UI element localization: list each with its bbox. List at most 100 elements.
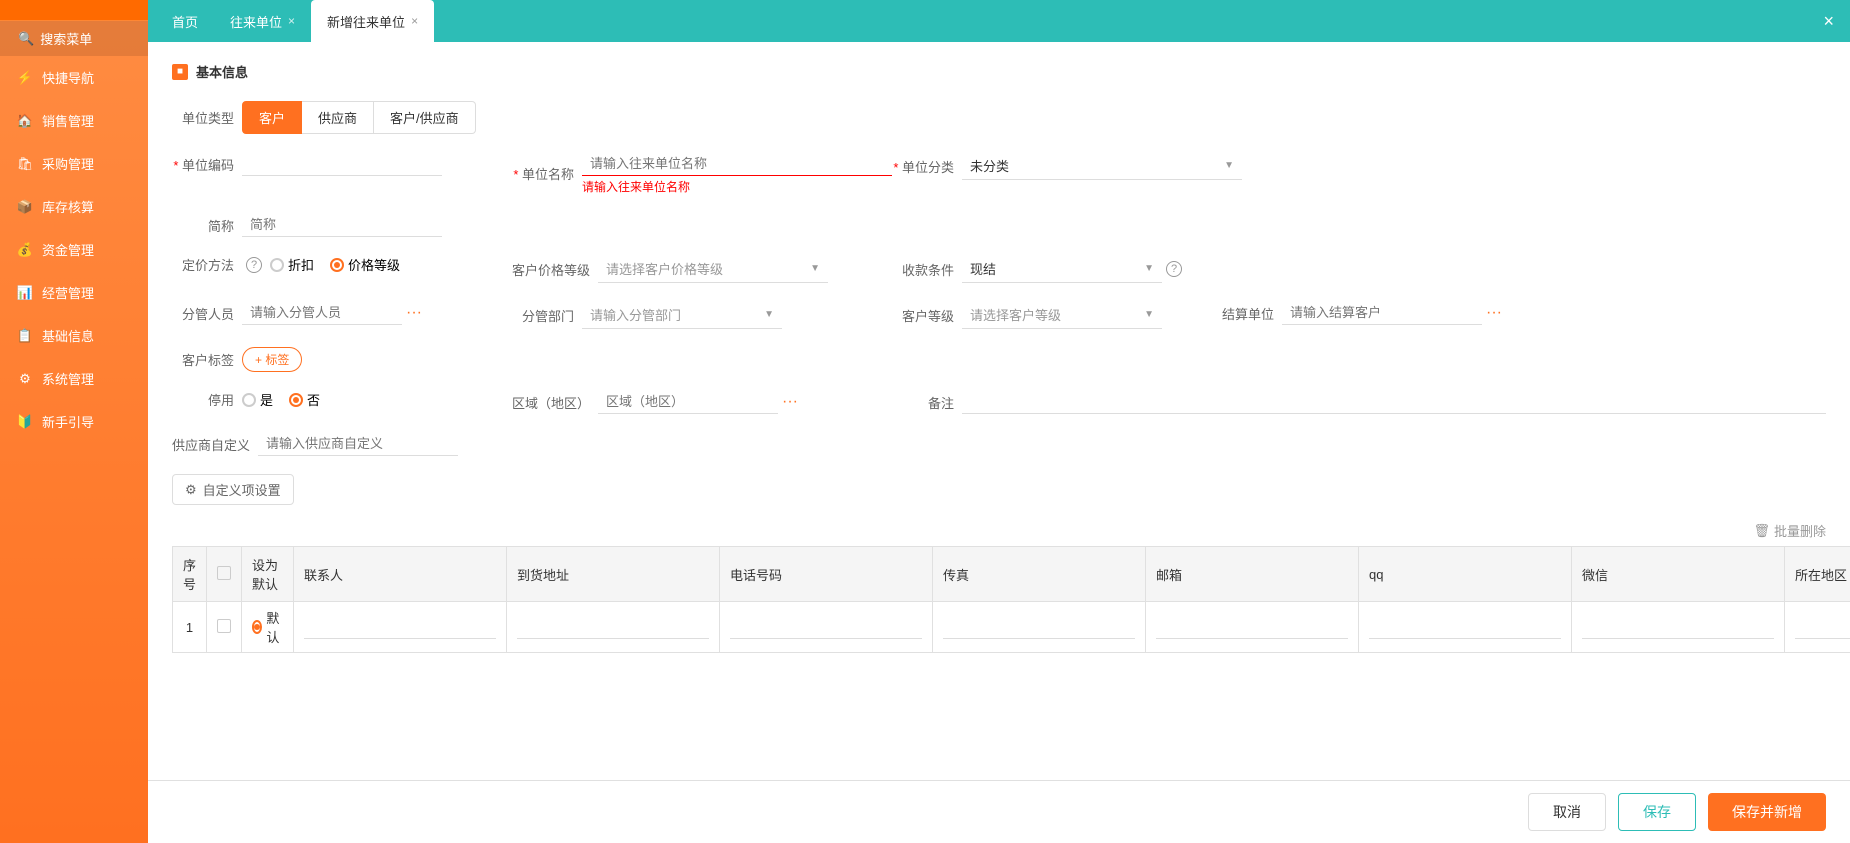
gear-icon: ⚙ bbox=[185, 482, 197, 498]
basic-info-icon: 📋 bbox=[16, 327, 34, 345]
row-phone[interactable] bbox=[720, 602, 933, 653]
remarks-input[interactable] bbox=[962, 390, 1826, 414]
quick-nav-icon: ⚡ bbox=[16, 69, 34, 87]
row-fax[interactable] bbox=[933, 602, 1146, 653]
settlement-input[interactable] bbox=[1282, 301, 1482, 325]
department-select[interactable]: 请输入分管部门 ▼ bbox=[582, 301, 782, 329]
content-area: ■ 基本信息 单位类型 客户 供应商 客户/供应商 单位编码 000009 单位… bbox=[148, 42, 1850, 780]
pricing-level-label: 价格等级 bbox=[348, 255, 400, 274]
disabled-no-option[interactable]: 否 bbox=[289, 390, 320, 409]
customer-price-placeholder: 请选择客户价格等级 bbox=[606, 259, 806, 278]
sidebar-item-sales[interactable]: 🏠 销售管理 bbox=[0, 99, 148, 142]
finance-icon: 💰 bbox=[16, 241, 34, 259]
save-button[interactable]: 保存 bbox=[1618, 793, 1696, 831]
row-region[interactable] bbox=[1785, 602, 1850, 653]
sidebar-item-label: 经营管理 bbox=[42, 283, 94, 302]
type-btn-both[interactable]: 客户/供应商 bbox=[374, 101, 476, 134]
disabled-yes-option[interactable]: 是 bbox=[242, 390, 273, 409]
sidebar-item-basic-info[interactable]: 📋 基础信息 bbox=[0, 314, 148, 357]
sidebar-item-label: 采购管理 bbox=[42, 154, 94, 173]
form-group-unit-code: 单位编码 000009 bbox=[172, 152, 512, 176]
pricing-help-icon[interactable]: ? bbox=[246, 257, 262, 273]
cancel-button[interactable]: 取消 bbox=[1528, 793, 1606, 831]
th-region: 所在地区 bbox=[1785, 547, 1850, 602]
disabled-radio-group: 是 否 bbox=[242, 390, 320, 409]
sidebar-item-label: 系统管理 bbox=[42, 369, 94, 388]
unit-name-input[interactable] bbox=[582, 152, 892, 176]
customer-level-select[interactable]: 请选择客户等级 ▼ bbox=[962, 301, 1162, 329]
short-name-input[interactable] bbox=[242, 213, 442, 237]
unit-code-input[interactable]: 000009 bbox=[242, 152, 442, 176]
row-email[interactable] bbox=[1146, 602, 1359, 653]
tab-counterparty-close[interactable]: × bbox=[288, 14, 295, 28]
row-qq[interactable] bbox=[1359, 602, 1572, 653]
close-all-tabs[interactable]: × bbox=[1815, 11, 1842, 32]
sidebar-item-label: 资金管理 bbox=[42, 240, 94, 259]
department-placeholder: 请输入分管部门 bbox=[590, 305, 760, 324]
select-all-checkbox[interactable] bbox=[217, 566, 231, 580]
sidebar-item-guide[interactable]: 🔰 新手引导 bbox=[0, 400, 148, 443]
settlement-more-btn[interactable]: ··· bbox=[1482, 304, 1506, 322]
unit-category-select[interactable]: 未分类 ▼ bbox=[962, 152, 1242, 180]
type-btn-supplier[interactable]: 供应商 bbox=[302, 101, 374, 134]
tab-new-counterparty[interactable]: 新增往来单位 × bbox=[311, 0, 434, 42]
th-contact: 联系人 bbox=[294, 547, 507, 602]
unit-name-label: 单位名称 bbox=[512, 164, 582, 183]
customer-price-label: 客户价格等级 bbox=[512, 260, 598, 279]
payment-help-icon[interactable]: ? bbox=[1166, 261, 1182, 277]
form-footer: 取消 保存 保存并新增 bbox=[148, 780, 1850, 843]
custom-settings-label: 自定义项设置 bbox=[203, 480, 281, 499]
row-checkbox-input[interactable] bbox=[217, 619, 231, 633]
trash-icon: 🗑 bbox=[1753, 523, 1770, 539]
tab-home[interactable]: 首页 bbox=[156, 0, 214, 42]
row-address[interactable] bbox=[507, 602, 720, 653]
pricing-discount-option[interactable]: 折扣 bbox=[270, 255, 314, 274]
region-more-btn[interactable]: ··· bbox=[778, 393, 802, 411]
add-tag-button[interactable]: + 标签 bbox=[242, 347, 302, 372]
sidebar-item-purchase[interactable]: 🛍 采购管理 bbox=[0, 142, 148, 185]
sidebar: 🔍 搜索菜单 ⚡ 快捷导航 🏠 销售管理 🛍 采购管理 📦 库存核算 💰 资金管… bbox=[0, 0, 148, 843]
form-row-manager: 分管人员 ··· 分管部门 请输入分管部门 ▼ 客户等级 请选择客户等级 ▼ 结… bbox=[172, 301, 1826, 329]
batch-delete-label[interactable]: 批量删除 bbox=[1774, 521, 1826, 540]
manager-input[interactable] bbox=[242, 301, 402, 325]
row-default-radio-option[interactable]: 默认 bbox=[252, 608, 283, 646]
chevron-down-icon2: ▼ bbox=[810, 263, 820, 274]
customer-price-select[interactable]: 请选择客户价格等级 ▼ bbox=[598, 255, 828, 283]
search-menu[interactable]: 🔍 搜索菜单 bbox=[0, 21, 148, 56]
tab-bar: 首页 往来单位 × 新增往来单位 × × bbox=[148, 0, 1850, 42]
sidebar-item-quick-nav[interactable]: ⚡ 快捷导航 bbox=[0, 56, 148, 99]
tab-new-counterparty-close[interactable]: × bbox=[411, 14, 418, 28]
sidebar-item-system[interactable]: ⚙ 系统管理 bbox=[0, 357, 148, 400]
disabled-label: 停用 bbox=[172, 390, 242, 409]
save-and-new-button[interactable]: 保存并新增 bbox=[1708, 793, 1826, 831]
form-group-tags: 客户标签 + 标签 bbox=[172, 347, 1826, 372]
type-btn-customer[interactable]: 客户 bbox=[242, 101, 302, 134]
form-group-pricing-method: 定价方法 ? 折扣 价格等级 bbox=[172, 255, 512, 274]
form-group-unit-type: 单位类型 客户 供应商 客户/供应商 bbox=[172, 101, 476, 134]
section-icon: ■ bbox=[172, 64, 188, 80]
payment-terms-label: 收款条件 bbox=[892, 260, 962, 279]
pricing-level-option[interactable]: 价格等级 bbox=[330, 255, 400, 274]
custom-settings-button[interactable]: ⚙ 自定义项设置 bbox=[172, 474, 294, 505]
search-menu-label: 搜索菜单 bbox=[40, 29, 92, 48]
sidebar-item-finance[interactable]: 💰 资金管理 bbox=[0, 228, 148, 271]
form-row-codes: 单位编码 000009 单位名称 请输入往来单位名称 单位分类 未分类 ▼ bbox=[172, 152, 1826, 195]
supplier-custom-input[interactable] bbox=[258, 432, 458, 456]
manager-more-btn[interactable]: ··· bbox=[402, 304, 426, 322]
disabled-yes-label: 是 bbox=[260, 390, 273, 409]
row-checkbox[interactable] bbox=[207, 602, 242, 653]
table-header-row: 序号 设为默认 联系人 到货地址 电话号码 传真 邮箱 qq 微信 所在地区 操… bbox=[173, 547, 1850, 602]
pricing-method-label: 定价方法 bbox=[172, 255, 242, 274]
form-group-department: 分管部门 请输入分管部门 ▼ bbox=[512, 301, 892, 329]
system-icon: ⚙ bbox=[16, 370, 34, 388]
row-contact[interactable] bbox=[294, 602, 507, 653]
sidebar-item-label: 基础信息 bbox=[42, 326, 94, 345]
sidebar-item-inventory[interactable]: 📦 库存核算 bbox=[0, 185, 148, 228]
region-input[interactable] bbox=[598, 390, 778, 414]
tab-counterparty[interactable]: 往来单位 × bbox=[214, 0, 311, 42]
row-wechat[interactable] bbox=[1572, 602, 1785, 653]
payment-terms-select[interactable]: 现结 ▼ bbox=[962, 255, 1162, 283]
sidebar-item-operations[interactable]: 📊 经营管理 bbox=[0, 271, 148, 314]
form-group-supplier-custom: 供应商自定义 bbox=[172, 432, 512, 456]
payment-terms-value: 现结 bbox=[970, 259, 1140, 278]
